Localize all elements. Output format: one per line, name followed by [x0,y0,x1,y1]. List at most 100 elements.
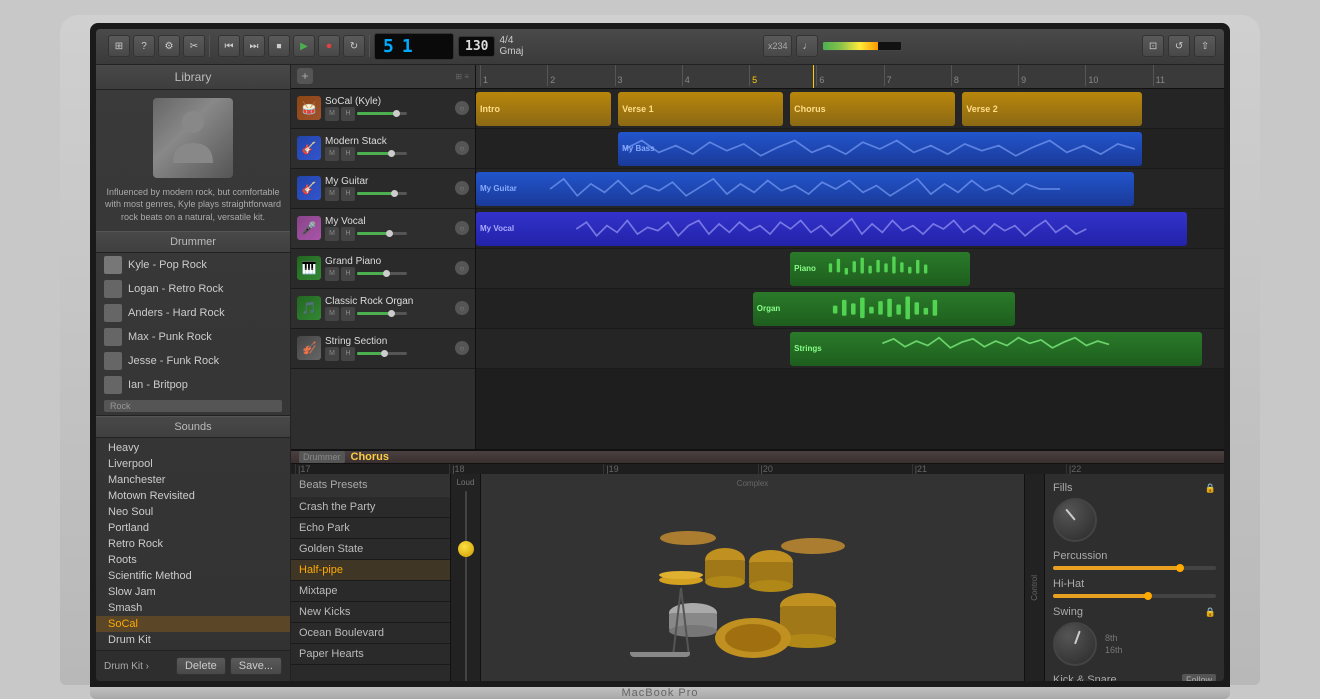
list-item[interactable]: Jesse - Funk Rock [96,349,290,373]
preset-item[interactable]: New Kicks [291,602,450,623]
mute-button[interactable]: M [325,107,339,121]
track-settings-btn[interactable]: ○ [455,261,469,275]
arrangement-block-bass[interactable]: My Bass [618,132,1142,166]
info-btn[interactable]: ? [133,35,155,57]
delete-button[interactable]: Delete [176,657,226,675]
track-volume-slider[interactable] [357,232,407,235]
track-info: Modern Stack M H [325,136,451,161]
tuner-btn[interactable]: ♩ [796,35,818,57]
preset-item[interactable]: Mixtape [291,581,450,602]
headphone-button[interactable]: H [341,307,355,321]
rewind-btn[interactable]: ⏮ [218,35,240,57]
track-info: Grand Piano M H [325,256,451,281]
list-item[interactable]: Neo Soul [96,504,290,520]
scissors-btn[interactable]: ✂ [183,35,205,57]
track-settings-btn[interactable]: ○ [455,141,469,155]
track-volume-slider[interactable] [357,152,407,155]
arrangement-block-guitar[interactable]: My Guitar [476,172,1134,206]
tracks-content[interactable]: Intro Verse 1 Chorus [476,89,1224,450]
list-item[interactable]: Ian - Britpop [96,373,290,397]
bar-display: 5 [383,36,394,57]
list-item[interactable]: Smash [96,600,290,616]
track-settings-btn[interactable]: ○ [455,341,469,355]
add-track-button[interactable]: + [297,68,313,84]
arrangement-block-strings[interactable]: Strings [790,332,1201,366]
arrangement-block-verse2[interactable]: Verse 2 [962,92,1142,126]
track-settings-btn[interactable]: ○ [455,181,469,195]
list-item[interactable]: Portland [96,520,290,536]
list-item[interactable]: Roots [96,552,290,568]
headphone-button[interactable]: H [341,347,355,361]
play-btn[interactable]: ▶ [293,35,315,57]
list-item[interactable]: Max - Punk Rock [96,325,290,349]
list-item[interactable]: Scientific Method [96,568,290,584]
mute-button[interactable]: M [325,227,339,241]
list-item[interactable]: Slow Jam [96,584,290,600]
arrangement-block-organ[interactable]: Organ [753,292,1015,326]
track-volume-slider[interactable] [357,112,407,115]
list-item[interactable]: Heavy [96,440,290,456]
mute-button[interactable]: M [325,147,339,161]
list-item[interactable]: Manchester [96,472,290,488]
preset-item[interactable]: Ocean Boulevard [291,623,450,644]
headphone-button[interactable]: H [341,147,355,161]
ruler-mark: 11 [1153,65,1220,86]
headphone-button[interactable]: H [341,187,355,201]
swing-control: Swing 🔒 8th [1053,606,1216,666]
headphone-button[interactable]: H [341,107,355,121]
arrangement-block-chorus[interactable]: Chorus [790,92,955,126]
headphone-button[interactable]: H [341,267,355,281]
hihat-slider[interactable] [1053,594,1216,598]
ruler-mark: 9 [1018,65,1085,86]
output-meter [822,41,902,51]
export-btn[interactable]: ⇧ [1194,35,1216,57]
arrangement-block-piano[interactable]: Piano [790,252,970,286]
headphone-button[interactable]: H [341,227,355,241]
arrangement-block-verse1[interactable]: Verse 1 [618,92,783,126]
list-item[interactable]: Motown Revisited [96,488,290,504]
track-volume-slider[interactable] [357,272,407,275]
library-btn[interactable]: ⊞ [108,35,130,57]
timeline-area: 1 2 3 4 5 6 7 8 9 10 [476,65,1224,450]
list-item[interactable]: Logan - Retro Rock [96,277,290,301]
forward-btn[interactable]: ⏭ [243,35,265,57]
track-settings-btn[interactable]: ○ [455,101,469,115]
track-volume-slider[interactable] [357,352,407,355]
settings-btn[interactable]: ⚙ [158,35,180,57]
fills-knob-container [1053,498,1216,542]
mute-button[interactable]: M [325,307,339,321]
fills-knob[interactable] [1053,498,1097,542]
arrangement-block-vocal[interactable]: My Vocal [476,212,1187,246]
library-footer: Drum Kit › Delete Save... [96,650,290,681]
list-item[interactable]: Kyle - Pop Rock [96,253,290,277]
stop-btn[interactable]: ⏹ [268,35,290,57]
list-item[interactable]: Liverpool [96,456,290,472]
mute-button[interactable]: M [325,267,339,281]
swing-knob[interactable] [1053,622,1097,666]
preset-item-halfpipe[interactable]: Half-pipe [291,560,450,581]
mute-button[interactable]: M [325,187,339,201]
cycle-btn[interactable]: ↻ [343,35,365,57]
percussion-slider[interactable] [1053,566,1216,570]
track-settings-btn[interactable]: ○ [455,301,469,315]
preset-item[interactable]: Paper Hearts [291,644,450,665]
preset-item[interactable]: Crash the Party [291,497,450,518]
record-btn[interactable]: ⏺ [318,35,340,57]
list-item-socal[interactable]: SoCal [96,616,290,632]
browser-btn[interactable]: ⊡ [1142,35,1164,57]
preset-item[interactable]: Echo Park [291,518,450,539]
loop-btn[interactable]: ↺ [1168,35,1190,57]
list-item[interactable]: Retro Rock [96,536,290,552]
track-volume-slider[interactable] [357,312,407,315]
list-item[interactable]: Drum Kit [96,632,290,648]
tempo-display[interactable]: 130 [458,36,495,57]
track-settings-btn[interactable]: ○ [455,221,469,235]
list-item[interactable]: Anders - Hard Rock [96,301,290,325]
preset-item[interactable]: Golden State [291,539,450,560]
ruler-mark: 2 [547,65,614,86]
complexity-y-slider[interactable] [465,491,467,681]
arrangement-block-intro[interactable]: Intro [476,92,611,126]
mute-button[interactable]: M [325,347,339,361]
track-volume-slider[interactable] [357,192,407,195]
save-button[interactable]: Save... [230,657,282,675]
